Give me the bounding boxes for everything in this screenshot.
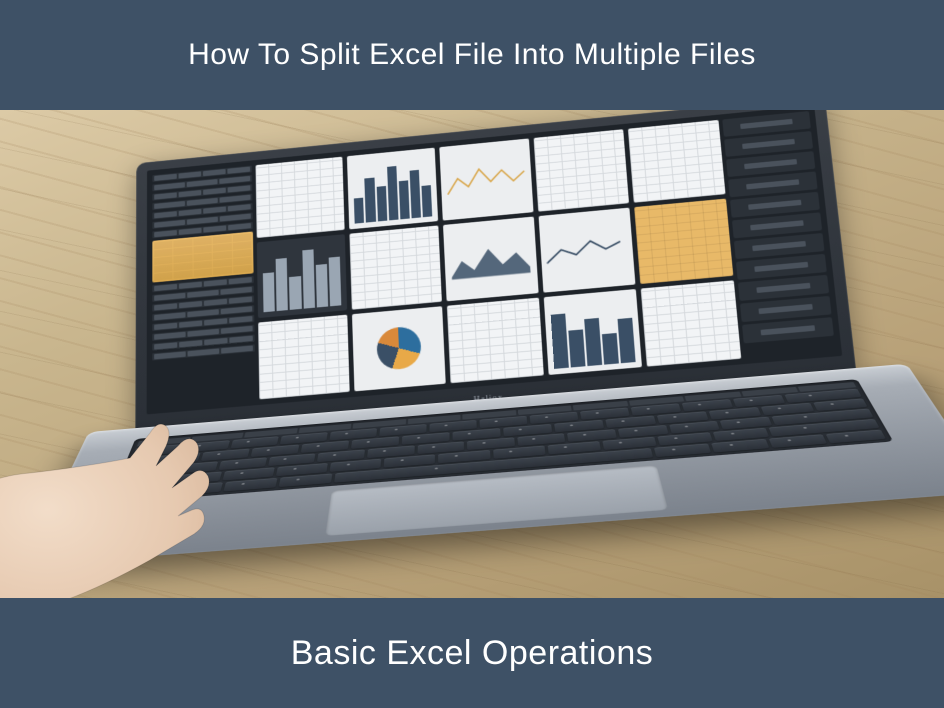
tile-spreadsheet <box>350 226 443 310</box>
tile-area-chart <box>443 217 538 301</box>
tile-line-chart <box>440 138 533 220</box>
tile-spreadsheet <box>628 120 726 203</box>
screen-center-grid <box>256 120 742 399</box>
tile-pie-chart <box>352 306 446 391</box>
tile-spreadsheet <box>256 157 345 239</box>
laptop: Haliox <box>67 110 944 598</box>
page-subtitle: Basic Excel Operations <box>291 634 654 673</box>
screen-right-column <box>722 111 835 358</box>
pie-chart-icon <box>376 326 422 372</box>
tile-spreadsheet <box>640 280 741 367</box>
tile-spreadsheet <box>447 297 543 383</box>
tile-dark-bars <box>257 234 348 317</box>
tile-spreadsheet <box>533 129 629 212</box>
yellow-data-block <box>152 231 253 282</box>
page-title: How To Split Excel File Into Multiple Fi… <box>188 38 756 72</box>
tile-bars <box>543 289 641 375</box>
tile-bars <box>347 148 438 230</box>
tile-line-chart <box>538 208 635 292</box>
screen-left-column <box>152 166 255 409</box>
subtitle-banner: Basic Excel Operations <box>0 598 944 708</box>
tile-spreadsheet <box>258 314 350 399</box>
tile-yellow-grid <box>634 199 733 284</box>
hero-photo: Haliox <box>0 110 944 598</box>
title-banner: How To Split Excel File Into Multiple Fi… <box>0 0 944 110</box>
laptop-screen <box>147 110 843 414</box>
